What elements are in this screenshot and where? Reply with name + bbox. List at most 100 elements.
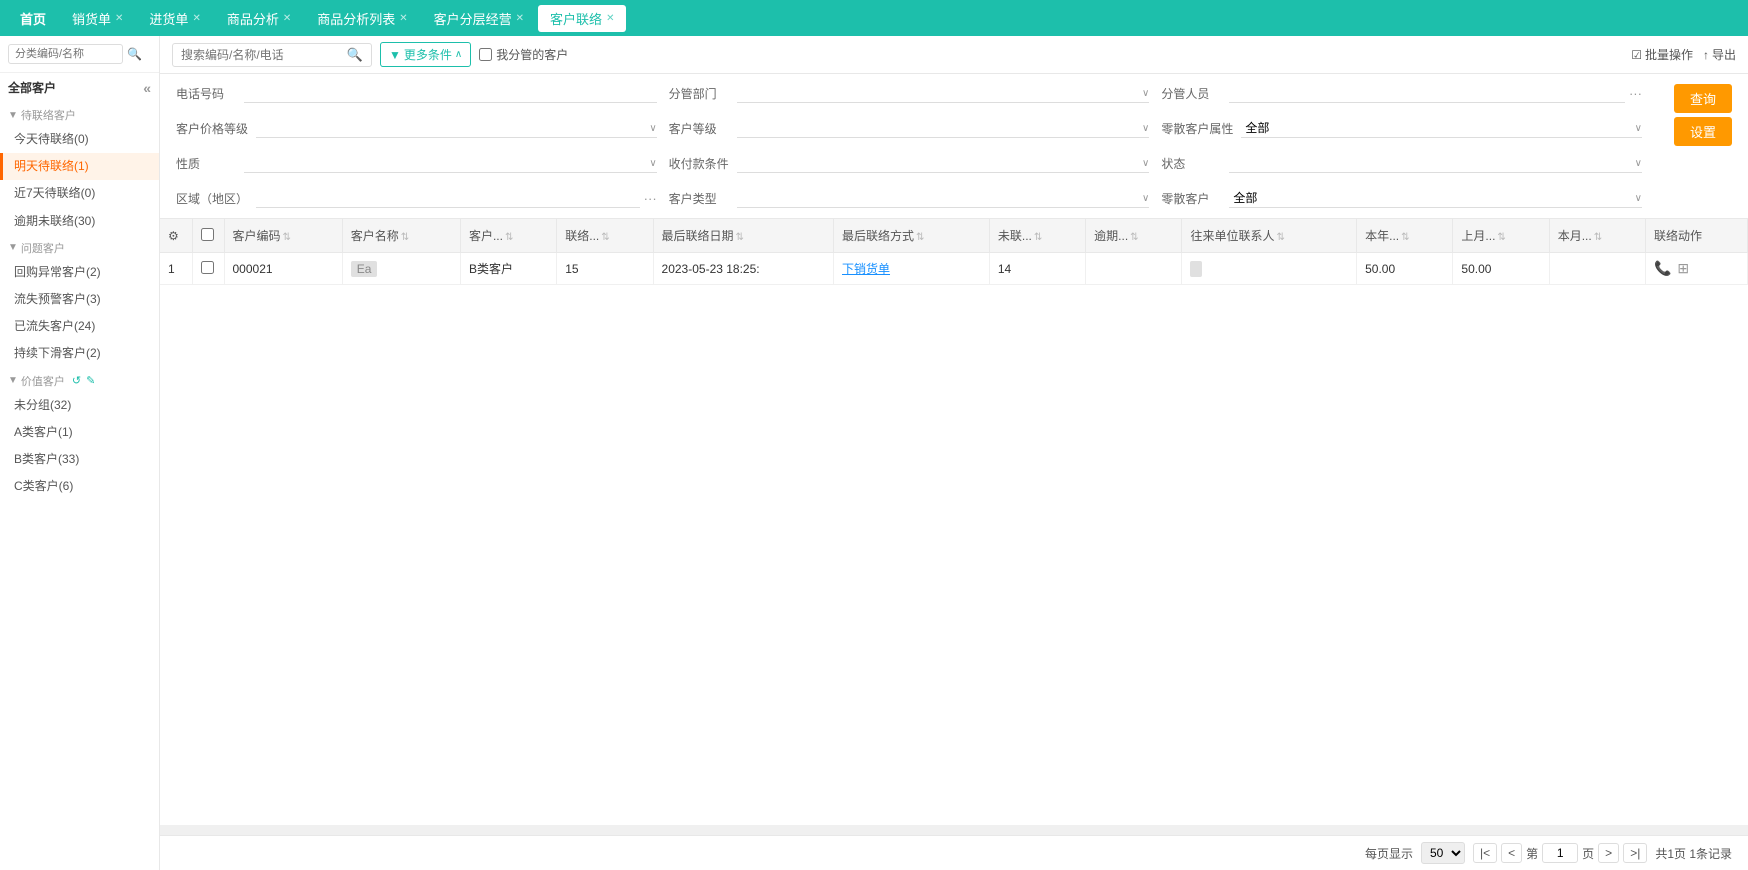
nav-customer-contact[interactable]: 客户联络 ✕ [538,5,626,32]
cell-code: 000021 [224,253,342,285]
sidebar-item-7days[interactable]: 近7天待联络(0) [0,180,159,207]
last-page-button[interactable]: >| [1623,843,1647,863]
last-method-link[interactable]: 下销货单 [842,262,890,276]
horizontal-scrollbar[interactable] [160,825,1748,835]
set-button[interactable]: 设置 [1674,117,1732,146]
region-input[interactable] [256,189,640,208]
more-filter-button[interactable]: ▼ 更多条件 ∧ [380,42,471,67]
col-contact-person[interactable]: 往来单位联系人⇅ [1182,219,1357,253]
sidebar-item-churned[interactable]: 已流失客户(24) [0,313,159,340]
col-last-contact-date[interactable]: 最后联络日期⇅ [653,219,833,253]
col-customer-type[interactable]: 客户...⇅ [460,219,556,253]
sidebar-search-input[interactable] [8,44,123,64]
col-customer-name[interactable]: 客户名称⇅ [342,219,460,253]
col-actions: 联络动作 [1645,219,1747,253]
price-level-chevron-icon: ∨ [649,123,656,134]
main-search-icon[interactable]: 🔍 [347,47,363,63]
region-dots-icon[interactable]: ··· [644,191,657,206]
col-this-month[interactable]: 本月...⇅ [1549,219,1645,253]
gender-select[interactable] [244,154,649,172]
retail-select[interactable]: 全部 [1229,189,1634,207]
dept-select-wrap: ∨ [737,84,1150,103]
batch-operation-button[interactable]: ☑ 批量操作 [1631,46,1693,63]
my-customers-checkbox-label[interactable]: 我分管的客户 [479,46,568,63]
close-purchase-order-icon[interactable]: ✕ [192,13,200,24]
nav-product-analysis[interactable]: 商品分析 ✕ [215,5,303,32]
customer-type-select[interactable] [737,189,1142,207]
action-buttons: 查询 设置 [1666,84,1732,208]
grid-action-icon[interactable]: ⊞ [1677,260,1689,277]
customer-level-select[interactable] [737,119,1142,137]
payment-select-wrap: ∨ [737,154,1150,173]
first-page-button[interactable]: |< [1473,843,1497,863]
toolbar-right: ☑ 批量操作 ↑ 导出 [1631,46,1736,63]
sidebar-item-churn-warning[interactable]: 流失预警客户(3) [0,286,159,313]
top-navigation: 首页 销货单 ✕ 进货单 ✕ 商品分析 ✕ 商品分析列表 ✕ 客户分层经营 ✕ … [0,0,1748,36]
settings-icon[interactable]: ⚙ [168,229,179,243]
customer-level-chevron-icon: ∨ [1142,123,1149,134]
phone-input[interactable] [244,84,657,103]
export-button[interactable]: ↑ 导出 [1703,46,1736,63]
sidebar-search-icon[interactable]: 🔍 [127,47,142,61]
nav-sales-order[interactable]: 销货单 ✕ [60,5,135,32]
cell-last-method: 下销货单 [834,253,990,285]
collapse-icon[interactable]: « [143,80,151,96]
table-header-row: ⚙ 客户编码⇅ 客户名称⇅ 客户...⇅ 联络...⇅ 最后联络日期⇅ 最后联络… [160,219,1748,253]
retail-attr-chevron-icon: ∨ [1635,123,1642,134]
dept-chevron-icon: ∨ [1142,88,1149,99]
close-customer-contact-icon[interactable]: ✕ [606,13,614,24]
query-button[interactable]: 查询 [1674,84,1732,113]
nav-customer-stratification[interactable]: 客户分层经营 ✕ [422,5,536,32]
cell-actions: 📞 ⊞ [1645,253,1747,285]
col-last-contact-method[interactable]: 最后联络方式⇅ [834,219,990,253]
sidebar-item-ungrouped[interactable]: 未分组(32) [0,392,159,419]
my-customers-checkbox[interactable] [479,48,492,61]
nav-product-analysis-list[interactable]: 商品分析列表 ✕ [305,5,419,32]
sidebar-item-class-a[interactable]: A类客户(1) [0,419,159,446]
phone-action-icon[interactable]: 📞 [1654,260,1671,277]
sidebar-item-class-c[interactable]: C类客户(6) [0,473,159,500]
nav-home[interactable]: 首页 [8,5,58,32]
sidebar-item-today[interactable]: 今天待联络(0) [0,126,159,153]
col-customer-code[interactable]: 客户编码⇅ [224,219,342,253]
main-search-input[interactable] [181,48,347,62]
person-input[interactable] [1229,84,1625,103]
retail-attr-select[interactable]: 全部 [1241,119,1634,137]
close-customer-stratification-icon[interactable]: ✕ [516,13,524,24]
all-customers-header[interactable]: 全部客户 « [0,73,159,102]
prev-page-button[interactable]: < [1501,843,1522,863]
cell-contacts: 15 [557,253,653,285]
per-page-select[interactable]: 50 [1421,842,1465,864]
page-label: 第 [1526,845,1538,862]
payment-select[interactable] [737,154,1142,172]
select-all-checkbox[interactable] [201,228,214,241]
close-sales-order-icon[interactable]: ✕ [115,13,123,24]
close-product-analysis-list-icon[interactable]: ✕ [399,13,407,24]
region-field: 区域（地区） ··· [176,189,657,208]
status-select[interactable] [1229,154,1634,172]
sidebar-item-overdue[interactable]: 逾期未联络(30) [0,208,159,235]
edit-icon[interactable]: ✎ [86,374,95,387]
price-level-select[interactable] [256,119,649,137]
close-product-analysis-icon[interactable]: ✕ [283,13,291,24]
sidebar-item-tomorrow[interactable]: 明天待联络(1) [0,153,159,180]
col-overdue[interactable]: 逾期...⇅ [1086,219,1182,253]
filter-row-4: 区域（地区） ··· 客户类型 ∨ 零散客户 [176,189,1642,208]
sidebar-item-repurchase-abnormal[interactable]: 回购异常客户(2) [0,259,159,286]
col-this-year[interactable]: 本年...⇅ [1357,219,1453,253]
person-dots-icon[interactable]: ··· [1629,86,1642,101]
nav-purchase-order[interactable]: 进货单 ✕ [137,5,212,32]
dept-select[interactable] [737,84,1142,102]
problem-group-title: ▼ 问题客户 [0,235,159,259]
col-contacts[interactable]: 联络...⇅ [557,219,653,253]
row-checkbox[interactable] [201,261,214,274]
sidebar-item-continuous-decline[interactable]: 持续下滑客户(2) [0,340,159,367]
col-not-contacted[interactable]: 未联...⇅ [989,219,1085,253]
refresh-icon[interactable]: ↺ [72,374,81,387]
page-input[interactable] [1542,843,1578,863]
action-icons-wrap: 📞 ⊞ [1654,260,1739,277]
col-last-month[interactable]: 上月...⇅ [1453,219,1549,253]
sidebar-item-class-b[interactable]: B类客户(33) [0,446,159,473]
next-page-button[interactable]: > [1598,843,1619,863]
customer-level-field: 客户等级 ∨ [669,119,1150,138]
